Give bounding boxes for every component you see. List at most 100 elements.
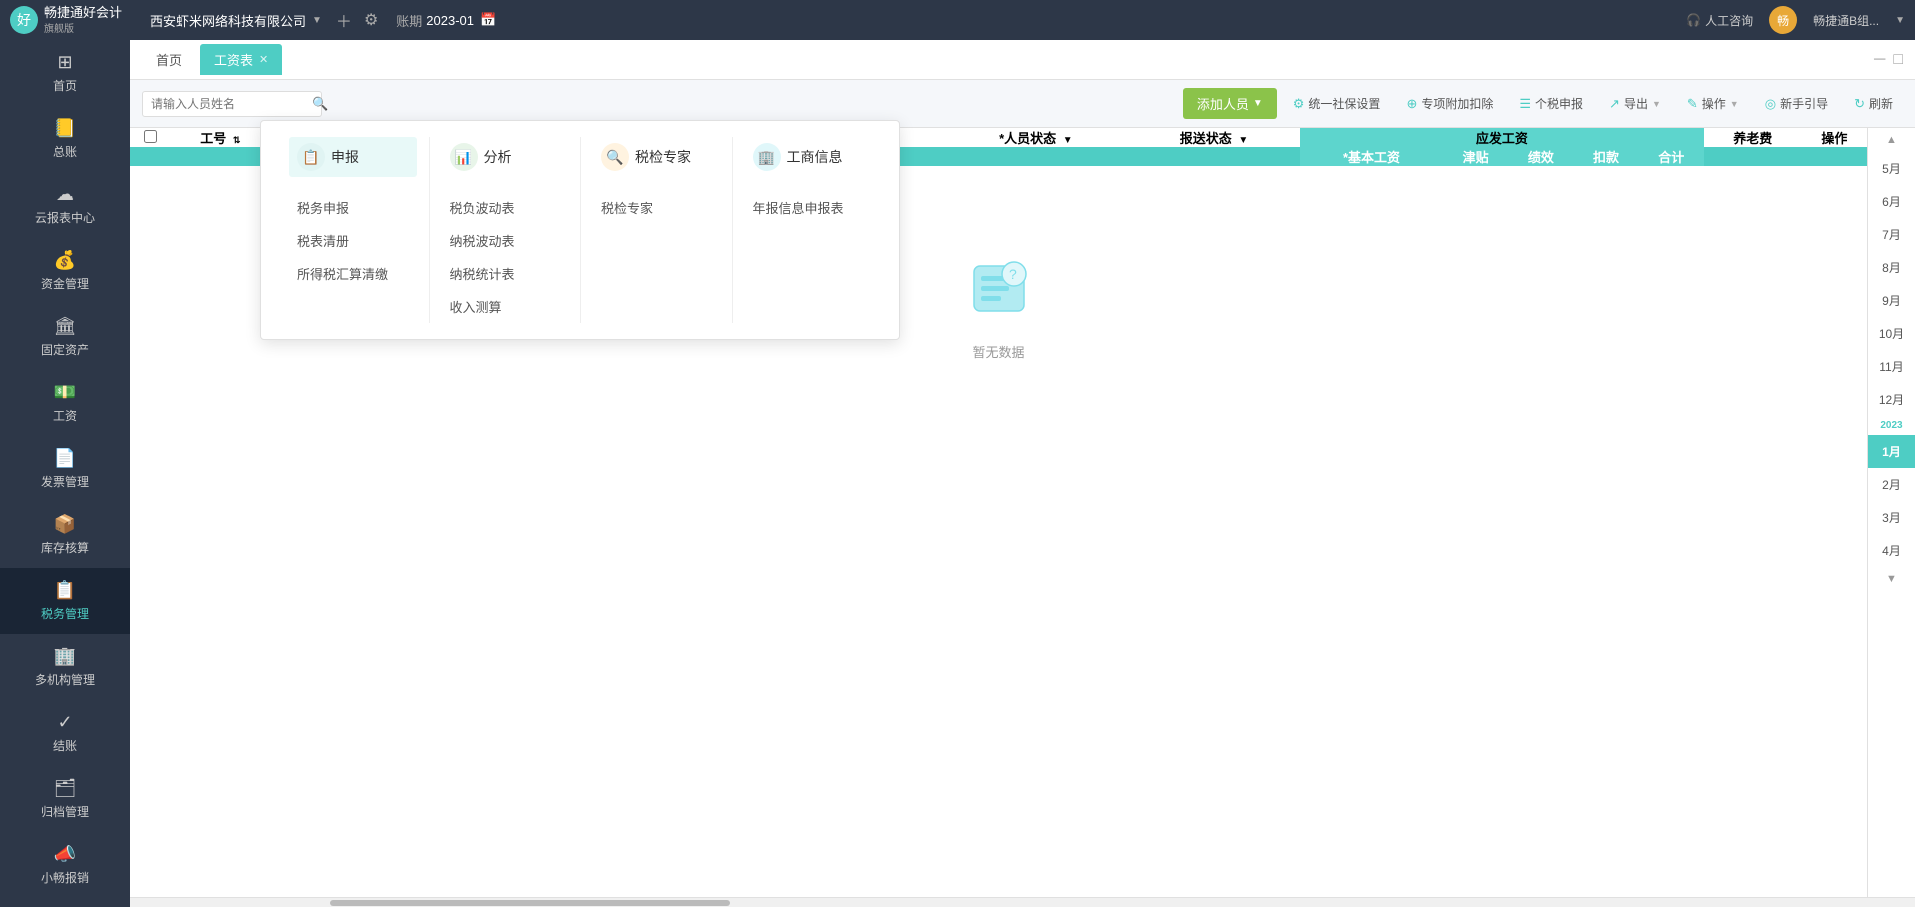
- cal-month-4[interactable]: 4月: [1868, 534, 1915, 567]
- add-btn-arrow-icon: ▼: [1253, 98, 1263, 109]
- sidebar-item-inventory[interactable]: 📦 库存核算: [0, 502, 130, 568]
- dropdown-header-business: 🏢 工商信息: [745, 137, 872, 177]
- th-checkbox[interactable]: [130, 128, 170, 147]
- logo-icon: 好: [10, 6, 38, 34]
- th-allowance: 津贴: [1443, 147, 1508, 166]
- scrollbar-thumb[interactable]: [330, 900, 730, 906]
- company-name: 西安虾米网络科技有限公司: [150, 11, 306, 30]
- add-employee-btn[interactable]: 添加人员 ▼: [1183, 88, 1277, 119]
- export-btn[interactable]: ↗ 导出 ▼: [1599, 90, 1671, 117]
- minimize-icon[interactable]: ─: [1874, 51, 1885, 69]
- guide-label: 新手引导: [1780, 95, 1828, 112]
- dropdown-item-tax-stats[interactable]: 纳税统计表: [442, 257, 569, 290]
- tab-bar: 首页 工资表 ✕ ─ □: [130, 40, 1915, 80]
- sidebar-item-tax[interactable]: 📋 税务管理: [0, 568, 130, 634]
- cal-month-11[interactable]: 11月: [1868, 350, 1915, 383]
- cal-month-6[interactable]: 6月: [1868, 185, 1915, 218]
- sidebar-label-archive: 归档管理: [41, 803, 89, 820]
- tax-declaration-btn[interactable]: ☰ 个税申报: [1509, 90, 1593, 117]
- expert-icon: 🔍: [601, 143, 629, 171]
- add-company-btn[interactable]: ＋: [334, 6, 354, 34]
- inventory-icon: 📦: [54, 514, 76, 535]
- cal-month-9[interactable]: 9月: [1868, 284, 1915, 317]
- service-btn[interactable]: 🎧 人工咨询: [1686, 12, 1753, 29]
- funds-icon: 💰: [54, 250, 76, 271]
- cal-year-label: 2023: [1868, 416, 1915, 435]
- sidebar-item-ledger[interactable]: 📒 总账: [0, 106, 130, 172]
- calendar-down-btn[interactable]: ▼: [1868, 567, 1915, 591]
- tax-icon: 📋: [54, 580, 76, 601]
- close-period-icon: ✓: [57, 712, 72, 733]
- guide-btn[interactable]: ◎ 新手引导: [1755, 90, 1838, 117]
- dropdown-item-income-calc[interactable]: 收入测算: [442, 290, 569, 323]
- sidebar-item-multi[interactable]: 🏢 多机构管理: [0, 634, 130, 700]
- settings-icon[interactable]: ⚙: [362, 8, 380, 32]
- home-icon: ⊞: [57, 52, 72, 73]
- extra-deduction-label: 专项附加扣除: [1421, 95, 1493, 112]
- calendar-icon[interactable]: 📅: [480, 12, 496, 28]
- cal-month-8[interactable]: 8月: [1868, 251, 1915, 284]
- dropdown-item-tax-declaration[interactable]: 税务申报: [289, 191, 417, 224]
- sidebar-item-home[interactable]: ⊞ 首页: [0, 40, 130, 106]
- dropdown-section-analysis: 📊 分析 税负波动表 纳税波动表 纳税统计表 收入测算: [429, 137, 581, 323]
- restore-icon[interactable]: □: [1893, 51, 1903, 69]
- extra-deduction-btn[interactable]: ⊕ 专项附加扣除: [1396, 90, 1503, 117]
- dropdown-item-annual-report[interactable]: 年报信息申报表: [745, 191, 872, 224]
- sidebar-item-cloud[interactable]: ☁ 云报表中心: [0, 172, 130, 238]
- cal-month-1-current[interactable]: 1月: [1868, 435, 1915, 468]
- sidebar-item-assets[interactable]: 🏛 固定资产: [0, 304, 130, 370]
- company-selector[interactable]: 西安虾米网络科技有限公司 ▼: [150, 11, 322, 30]
- cal-month-2[interactable]: 2月: [1868, 468, 1915, 501]
- sidebar-item-marketing[interactable]: 📣 小畅报销: [0, 832, 130, 898]
- cal-month-12[interactable]: 12月: [1868, 383, 1915, 416]
- tab-close-btn[interactable]: ✕: [259, 53, 268, 66]
- headset-icon: 🎧: [1686, 13, 1701, 27]
- refresh-icon: ↻: [1854, 96, 1865, 112]
- top-bar-actions: ＋ ⚙: [334, 6, 380, 34]
- sidebar-label-home: 首页: [53, 77, 77, 94]
- filter-icon-status[interactable]: ▼: [1063, 135, 1073, 146]
- tab-home[interactable]: 首页: [142, 44, 196, 75]
- sidebar-item-funds[interactable]: 💰 资金管理: [0, 238, 130, 304]
- cal-month-3[interactable]: 3月: [1868, 501, 1915, 534]
- home-tab-label: 首页: [156, 50, 182, 69]
- th-status-label: *人员状态: [999, 131, 1056, 146]
- dropdown-item-tax-expert[interactable]: 税检专家: [593, 191, 720, 224]
- empty-illustration: ?: [959, 246, 1039, 326]
- dropdown-section-business: 🏢 工商信息 年报信息申报表: [732, 137, 884, 323]
- svg-text:?: ?: [1009, 266, 1017, 282]
- sidebar-item-settings[interactable]: ⚙ 基础设置: [0, 898, 130, 907]
- select-all-checkbox[interactable]: [144, 130, 157, 143]
- sidebar-item-salary[interactable]: 💵 工资: [0, 370, 130, 436]
- app-logo: 好 畅捷通好会计 旗舰版: [10, 5, 140, 36]
- sort-icon-emp-no[interactable]: ⇅: [233, 135, 241, 145]
- cal-month-5[interactable]: 5月: [1868, 152, 1915, 185]
- th-deduction: 扣款: [1573, 147, 1638, 166]
- cal-month-10[interactable]: 10月: [1868, 317, 1915, 350]
- archive-icon: 🗂: [54, 778, 77, 799]
- sidebar-item-close[interactable]: ✓ 结账: [0, 700, 130, 766]
- period-label: 账期: [396, 11, 422, 30]
- calendar-up-btn[interactable]: ▲: [1868, 128, 1915, 152]
- filter-icon-report[interactable]: ▼: [1238, 135, 1248, 146]
- refresh-btn[interactable]: ↻ 刷新: [1844, 90, 1903, 117]
- dropdown-item-tax-register[interactable]: 税表清册: [289, 224, 417, 257]
- sidebar-item-invoices[interactable]: 📄 发票管理: [0, 436, 130, 502]
- dropdown-item-tax-fluctuation[interactable]: 纳税波动表: [442, 224, 569, 257]
- action-icon: ✎: [1687, 96, 1698, 112]
- sidebar-label-invoices: 发票管理: [41, 473, 89, 490]
- guide-circle-icon: ◎: [1765, 96, 1776, 112]
- sidebar: ⊞ 首页 📒 总账 ☁ 云报表中心 💰 资金管理 🏛 固定资产 💵 工资 📄 发…: [0, 40, 130, 907]
- cal-month-7[interactable]: 7月: [1868, 218, 1915, 251]
- social-security-btn[interactable]: ⚙ 统一社保设置: [1283, 90, 1391, 117]
- tax-declaration-label: 个税申报: [1535, 95, 1583, 112]
- declaration-title: 申报: [331, 147, 359, 167]
- search-icon: 🔍: [312, 96, 328, 112]
- tab-salary[interactable]: 工资表 ✕: [200, 44, 282, 75]
- dropdown-item-tax-settlement[interactable]: 所得税汇算清缴: [289, 257, 417, 290]
- sidebar-label-tax: 税务管理: [41, 605, 89, 622]
- search-input[interactable]: [151, 97, 306, 111]
- action-btn[interactable]: ✎ 操作 ▼: [1677, 90, 1749, 117]
- sidebar-item-archive[interactable]: 🗂 归档管理: [0, 766, 130, 832]
- dropdown-item-tax-burden[interactable]: 税负波动表: [442, 191, 569, 224]
